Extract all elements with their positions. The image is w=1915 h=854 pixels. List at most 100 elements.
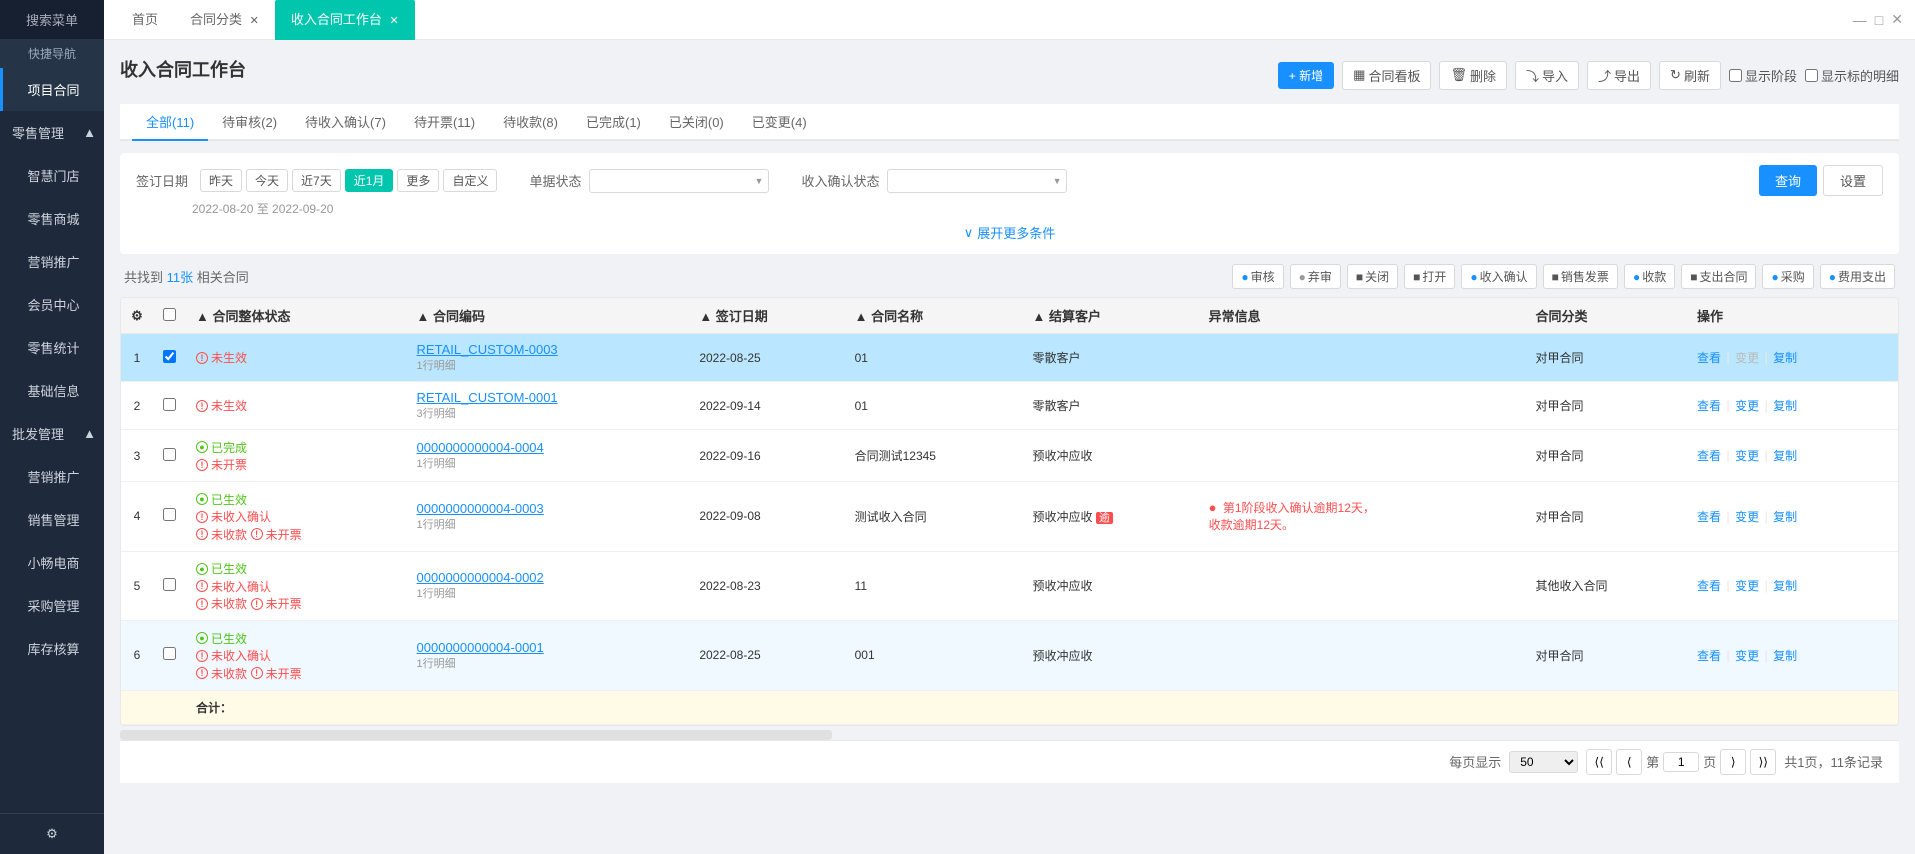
income-confirm-select[interactable] bbox=[887, 169, 1067, 193]
contract-board-button[interactable]: ▦ 合同看板 bbox=[1342, 61, 1431, 90]
show-flag-detail-checkbox[interactable]: 显示标的明细 bbox=[1805, 66, 1899, 85]
open-action-btn[interactable]: ■ 打开 bbox=[1404, 264, 1455, 289]
tab-closed[interactable]: 已关闭(0) bbox=[655, 104, 738, 141]
op-view[interactable]: 查看 bbox=[1697, 399, 1721, 413]
op-change[interactable]: 变更 bbox=[1735, 449, 1759, 463]
sidebar-item-basic-info[interactable]: 基础信息 bbox=[0, 369, 104, 412]
contract-link[interactable]: RETAIL_CUSTOM-0003 bbox=[417, 342, 680, 357]
tab-contract-type-close[interactable]: ✕ bbox=[250, 15, 259, 27]
contract-link[interactable]: 0000000000004-0003 bbox=[417, 501, 680, 516]
sidebar-item-project[interactable]: 项目合同 bbox=[0, 68, 104, 111]
op-change[interactable]: 变更 bbox=[1735, 510, 1759, 524]
horizontal-scrollbar[interactable] bbox=[120, 730, 832, 740]
import-button[interactable]: ⤵ 导入 bbox=[1515, 61, 1579, 90]
op-copy[interactable]: 复制 bbox=[1773, 351, 1797, 365]
contract-link[interactable]: 0000000000004-0002 bbox=[417, 570, 680, 585]
col-checkbox[interactable] bbox=[153, 298, 186, 334]
op-copy[interactable]: 复制 bbox=[1773, 449, 1797, 463]
sidebar-item-marketing2[interactable]: 营销推广 bbox=[0, 455, 104, 498]
date-btn-yesterday[interactable]: 昨天 bbox=[200, 169, 242, 192]
show-stage-checkbox[interactable]: 显示阶段 bbox=[1729, 66, 1797, 85]
op-change[interactable]: 变更 bbox=[1735, 399, 1759, 413]
expand-more-btn[interactable]: ∨ 展开更多条件 bbox=[136, 223, 1883, 242]
op-change[interactable]: 变更 bbox=[1735, 649, 1759, 663]
sidebar-nav[interactable]: 快捷导航 bbox=[0, 39, 104, 68]
abandon-action-btn[interactable]: ● 弃审 bbox=[1290, 264, 1341, 289]
tab-home[interactable]: 首页 bbox=[116, 0, 174, 40]
refresh-button[interactable]: ↻ 刷新 bbox=[1659, 61, 1721, 90]
minimize-icon[interactable]: — bbox=[1853, 12, 1867, 28]
contract-link[interactable]: RETAIL_CUSTOM-0001 bbox=[417, 390, 680, 405]
tab-pending-review[interactable]: 待审核(2) bbox=[208, 104, 291, 141]
contract-link[interactable]: 0000000000004-0004 bbox=[417, 440, 680, 455]
sidebar-settings[interactable]: ⚙ bbox=[0, 813, 104, 854]
expense-payout-action-btn[interactable]: ● 费用支出 bbox=[1820, 264, 1895, 289]
date-btn-7days[interactable]: 近7天 bbox=[292, 169, 341, 192]
review-action-btn[interactable]: ● 审核 bbox=[1232, 264, 1283, 289]
col-sign-date[interactable]: ▲ 签订日期 bbox=[689, 298, 844, 334]
tab-pending-income-confirm[interactable]: 待收入确认(7) bbox=[291, 104, 400, 141]
tab-contract-type[interactable]: 合同分类 ✕ bbox=[174, 0, 275, 40]
close-action-btn[interactable]: ■ 关闭 bbox=[1347, 264, 1398, 289]
op-view[interactable]: 查看 bbox=[1697, 351, 1721, 365]
row-checkbox[interactable] bbox=[153, 382, 186, 430]
query-button[interactable]: 查询 bbox=[1759, 165, 1817, 196]
date-btn-1month[interactable]: 近1月 bbox=[345, 169, 394, 192]
tab-pending-payment[interactable]: 待收款(8) bbox=[489, 104, 572, 141]
date-btn-today[interactable]: 今天 bbox=[246, 169, 288, 192]
op-copy[interactable]: 复制 bbox=[1773, 399, 1797, 413]
row-checkbox[interactable] bbox=[153, 621, 186, 691]
sidebar-item-retail-mall[interactable]: 零售商城 bbox=[0, 197, 104, 240]
col-settings[interactable]: ⚙ bbox=[121, 298, 153, 334]
row-checkbox[interactable] bbox=[153, 334, 186, 382]
op-change[interactable]: 变更 bbox=[1735, 579, 1759, 593]
sidebar-search[interactable]: 搜索菜单 bbox=[0, 0, 104, 39]
op-view[interactable]: 查看 bbox=[1697, 510, 1721, 524]
tab-all[interactable]: 全部(11) bbox=[132, 104, 208, 141]
add-button[interactable]: + 新增 bbox=[1278, 62, 1334, 89]
op-view[interactable]: 查看 bbox=[1697, 579, 1721, 593]
sidebar-item-sales-manage[interactable]: 销售管理 bbox=[0, 498, 104, 541]
col-customer[interactable]: ▲ 结算客户 bbox=[1023, 298, 1199, 334]
col-name[interactable]: ▲ 合同名称 bbox=[845, 298, 1023, 334]
page-input[interactable] bbox=[1663, 752, 1699, 772]
op-view[interactable]: 查看 bbox=[1697, 649, 1721, 663]
sidebar-item-retail-stats[interactable]: 零售统计 bbox=[0, 326, 104, 369]
sidebar-item-marketing[interactable]: 营销推广 bbox=[0, 240, 104, 283]
next-page-btn[interactable]: ⟩ bbox=[1720, 749, 1746, 775]
sidebar-item-smart-store[interactable]: 智慧门店 bbox=[0, 154, 104, 197]
delete-button[interactable]: 🗑 删除 bbox=[1439, 61, 1507, 90]
collect-payment-action-btn[interactable]: ● 收款 bbox=[1624, 264, 1675, 289]
op-view[interactable]: 查看 bbox=[1697, 449, 1721, 463]
row-checkbox[interactable] bbox=[153, 482, 186, 552]
doc-status-select[interactable] bbox=[589, 169, 769, 193]
window-close-icon[interactable]: ✕ bbox=[1891, 11, 1903, 28]
tab-pending-invoice[interactable]: 待开票(11) bbox=[400, 104, 489, 141]
sales-invoice-action-btn[interactable]: ■ 销售发票 bbox=[1543, 264, 1618, 289]
op-copy[interactable]: 复制 bbox=[1773, 579, 1797, 593]
op-copy[interactable]: 复制 bbox=[1773, 649, 1797, 663]
date-btn-custom[interactable]: 自定义 bbox=[443, 169, 497, 192]
row-checkbox[interactable] bbox=[153, 551, 186, 621]
row-checkbox[interactable] bbox=[153, 430, 186, 482]
sidebar-item-inventory[interactable]: 库存核算 bbox=[0, 627, 104, 670]
sidebar-item-retail-manage[interactable]: 零售管理 ▲ bbox=[0, 111, 104, 154]
col-code[interactable]: ▲ 合同编码 bbox=[407, 298, 690, 334]
tab-done[interactable]: 已完成(1) bbox=[572, 104, 655, 141]
maximize-icon[interactable]: □ bbox=[1875, 12, 1883, 28]
first-page-btn[interactable]: ⟨⟨ bbox=[1586, 749, 1612, 775]
prev-page-btn[interactable]: ⟨ bbox=[1616, 749, 1642, 775]
op-copy[interactable]: 复制 bbox=[1773, 510, 1797, 524]
page-size-select[interactable]: 50 10 20 100 bbox=[1509, 751, 1578, 773]
tab-income-contract-close[interactable]: ✕ bbox=[389, 15, 398, 27]
last-page-btn[interactable]: ⟩⟩ bbox=[1750, 749, 1776, 775]
sidebar-item-purchase[interactable]: 采购管理 bbox=[0, 584, 104, 627]
sidebar-item-member[interactable]: 会员中心 bbox=[0, 283, 104, 326]
settings-button[interactable]: 设置 bbox=[1823, 165, 1883, 196]
tab-income-contract[interactable]: 收入合同工作台 ✕ bbox=[275, 0, 415, 40]
payout-contract-action-btn[interactable]: ■ 支出合同 bbox=[1681, 264, 1756, 289]
op-change[interactable]: 变更 bbox=[1735, 351, 1759, 365]
purchase-action-btn[interactable]: ● 采购 bbox=[1762, 264, 1813, 289]
date-btn-more[interactable]: 更多 bbox=[397, 169, 439, 192]
contract-link[interactable]: 0000000000004-0001 bbox=[417, 640, 680, 655]
